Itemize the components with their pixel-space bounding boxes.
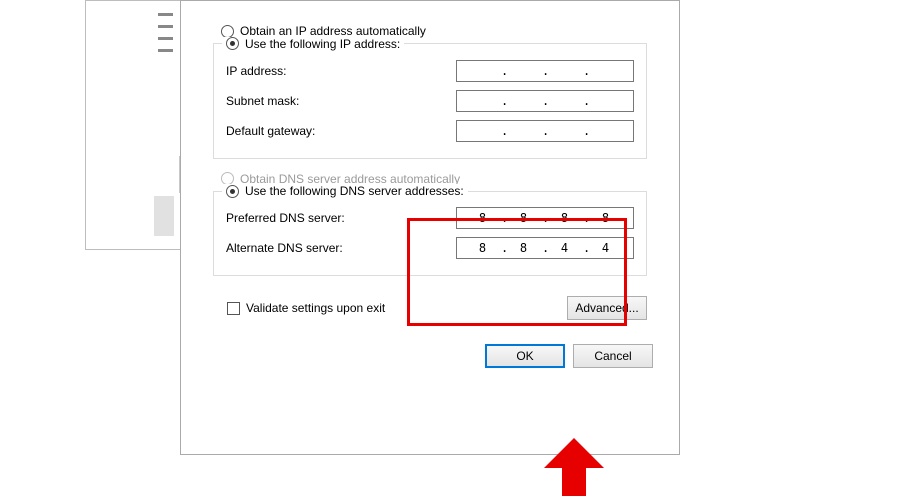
default-gateway-label: Default gateway: — [226, 120, 315, 142]
validate-label: Validate settings upon exit — [246, 301, 385, 315]
background-window — [85, 0, 195, 250]
alternate-dns-input[interactable]: 8. 8. 4. 4 — [456, 237, 634, 259]
radio-use-ip-manual[interactable]: Use the following IP address: — [222, 37, 404, 51]
ip-address-group: Use the following IP address: IP address… — [213, 43, 647, 159]
checkbox-icon — [227, 302, 240, 315]
radio-label: Use the following DNS server addresses: — [245, 184, 464, 198]
preferred-dns-label: Preferred DNS server: — [226, 211, 456, 225]
tcpip-properties-dialog: Obtain an IP address automatically Use t… — [180, 0, 680, 455]
subnet-mask-label: Subnet mask: — [226, 94, 456, 108]
cancel-button[interactable]: Cancel — [573, 344, 653, 368]
preferred-dns-input[interactable]: 8. 8. 8. 8 — [456, 207, 634, 229]
ip-address-label: IP address: — [226, 64, 456, 78]
radio-icon — [226, 37, 239, 50]
alternate-dns-label: Alternate DNS server: — [226, 241, 456, 255]
radio-use-dns-manual[interactable]: Use the following DNS server addresses: — [222, 184, 468, 198]
radio-icon — [226, 185, 239, 198]
advanced-button[interactable]: Advanced... — [567, 296, 647, 320]
radio-label: Use the following IP address: — [245, 37, 400, 51]
default-gateway-input[interactable]: . . . — [456, 120, 634, 142]
validate-settings-checkbox[interactable]: Validate settings upon exit — [227, 301, 385, 315]
ok-button[interactable]: OK — [485, 344, 565, 368]
ip-address-input[interactable]: . . . — [456, 60, 634, 82]
subnet-mask-input[interactable]: . . . — [456, 90, 634, 112]
dns-server-group: Use the following DNS server addresses: … — [213, 191, 647, 277]
